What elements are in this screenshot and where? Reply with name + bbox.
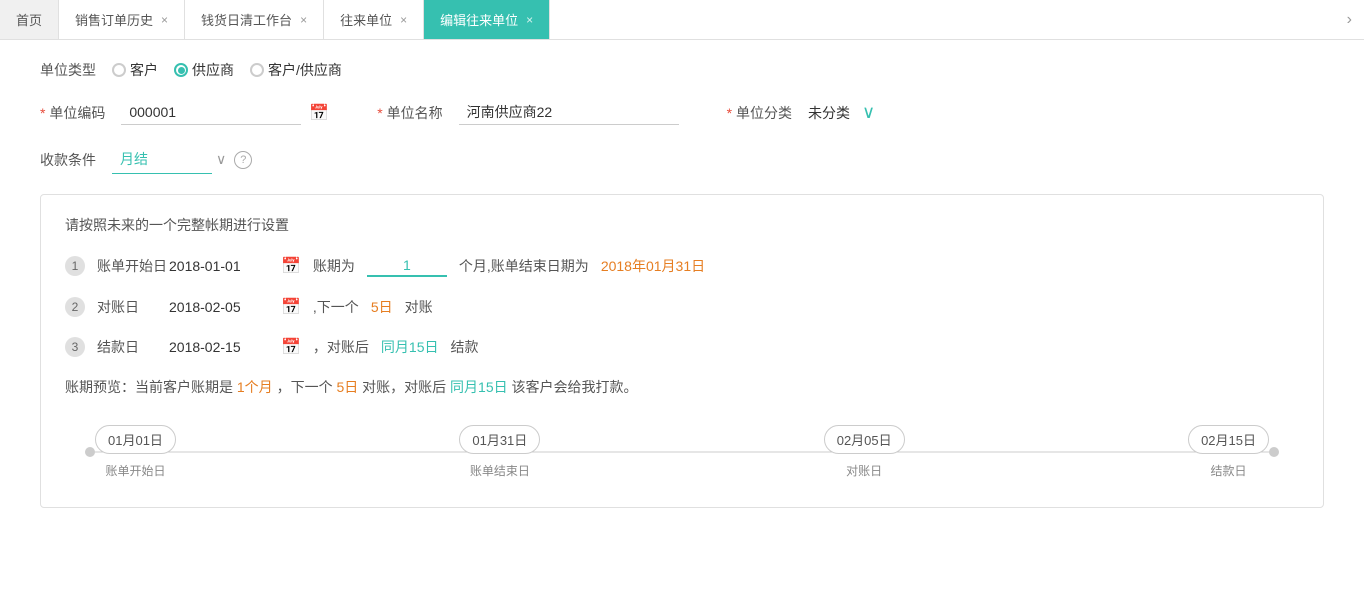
radio-both-label: 客户/供应商 [268, 60, 342, 80]
category-value: 未分类 [808, 103, 850, 123]
tab-sales-history-close[interactable]: × [161, 13, 168, 27]
period-payment-day: 同月15日 [381, 337, 439, 357]
tab-edit-partner-label: 编辑往来单位 [440, 10, 518, 29]
period-date-2: 2018-02-05 [169, 299, 269, 315]
radio-both[interactable]: 客户/供应商 [250, 60, 342, 80]
radio-supplier-label: 供应商 [192, 60, 234, 80]
period-suffix-2b: 对账 [405, 297, 433, 317]
period-suffix-3b: 结款 [451, 337, 479, 357]
name-input[interactable] [459, 100, 679, 125]
radio-customer-label: 客户 [130, 60, 158, 80]
tab-partner-close[interactable]: × [400, 13, 407, 27]
preview-section: 账期预览：当前客户账期是 1个月 ，下一个 5日 对账，对账后 同月15日 该客… [65, 377, 1299, 487]
timeline-label-1: 账单开始日 [105, 462, 165, 479]
radio-customer-circle [112, 63, 126, 77]
tab-edit-partner-close[interactable]: × [526, 13, 533, 27]
code-field-group: 单位编码 📅 [40, 100, 329, 125]
period-row-1: 1 账单开始日 2018-01-01 📅 账期为 个月,账单结束日期为 2018… [65, 255, 1299, 277]
period-suffix-2a: ,下一个 [313, 297, 359, 317]
payment-dropdown-arrow[interactable]: ∨ [216, 151, 226, 168]
tab-sales-history-label: 销售订单历史 [75, 10, 153, 29]
preview-prefix: 账期预览：当前客户账期是 [65, 379, 233, 395]
timeline-label-2: 账单结束日 [470, 462, 530, 479]
timeline-label-3: 对账日 [846, 462, 882, 479]
radio-both-circle [250, 63, 264, 77]
tab-daily-work-label: 钱货日清工作台 [201, 10, 292, 29]
unit-type-row: 单位类型 客户 供应商 客户/供应商 [40, 60, 1324, 80]
period-num-1: 1 [65, 256, 85, 276]
tab-home[interactable]: 首页 [0, 0, 59, 39]
period-suffix-1b: 个月,账单结束日期为 [459, 256, 589, 276]
radio-customer[interactable]: 客户 [112, 60, 158, 80]
tab-daily-work-close[interactable]: × [300, 13, 307, 27]
preview-text: 账期预览：当前客户账期是 1个月 ，下一个 5日 对账，对账后 同月15日 该客… [65, 377, 1299, 397]
period-num-3: 3 [65, 337, 85, 357]
tab-partner[interactable]: 往来单位 × [324, 0, 424, 39]
main-content: 单位类型 客户 供应商 客户/供应商 单位编码 📅 单位名称 [0, 40, 1364, 608]
period-row-2: 2 对账日 2018-02-05 📅 ,下一个 5日 对账 [65, 297, 1299, 317]
preview-suffix: 该客户会给我打款。 [512, 379, 638, 395]
timeline-nodes: 01月01日 账单开始日 01月31日 账单结束日 02月05日 对账日 02月… [95, 425, 1269, 479]
payment-value[interactable]: 月结 [112, 145, 212, 174]
timeline-bubble-3: 02月05日 [824, 425, 905, 454]
timeline-end-dot [1269, 447, 1279, 457]
period-num-2: 2 [65, 297, 85, 317]
period-field-3-label: 结款日 [97, 337, 157, 357]
name-label: 单位名称 [377, 103, 442, 123]
period-cal-3[interactable]: 📅 [281, 337, 301, 357]
preview-item3: 对账，对账后 [362, 379, 446, 395]
unit-type-label: 单位类型 [40, 60, 96, 80]
tab-bar: 首页 销售订单历史 × 钱货日清工作台 × 往来单位 × 编辑往来单位 × › [0, 0, 1364, 40]
timeline-bubble-2: 01月31日 [459, 425, 540, 454]
radio-supplier-circle [174, 63, 188, 77]
period-reconcile-day: 5日 [371, 297, 393, 317]
period-row-3: 3 结款日 2018-02-15 📅 ，对账后 同月15日 结款 [65, 337, 1299, 357]
tab-expand-icon[interactable]: › [1335, 11, 1364, 29]
payment-dropdown-group: 月结 ∨ [112, 145, 226, 174]
period-date-3: 2018-02-15 [169, 339, 269, 355]
timeline-node-1: 01月01日 账单开始日 [95, 425, 176, 479]
preview-months: 1个月 [237, 379, 273, 395]
period-suffix-1a: 账期为 [313, 256, 355, 276]
radio-group: 客户 供应商 客户/供应商 [112, 60, 342, 80]
tab-home-label: 首页 [16, 10, 42, 29]
timeline-node-4: 02月15日 结款日 [1188, 425, 1269, 479]
payment-row: 收款条件 月结 ∨ ? [40, 145, 1324, 174]
code-name-row: 单位编码 📅 单位名称 单位分类 未分类 ∨ [40, 100, 1324, 125]
tab-sales-history[interactable]: 销售订单历史 × [59, 0, 185, 39]
timeline-bubble-4: 02月15日 [1188, 425, 1269, 454]
tab-edit-partner[interactable]: 编辑往来单位 × [424, 0, 550, 39]
code-calendar-icon[interactable]: 📅 [309, 103, 329, 123]
period-title: 请按照未来的一个完整帐期进行设置 [65, 215, 1299, 235]
period-field-1-label: 账单开始日 [97, 256, 157, 276]
code-label: 单位编码 [40, 103, 105, 123]
category-field-group: 单位分类 未分类 ∨ [727, 102, 876, 123]
payment-help-icon[interactable]: ? [234, 151, 252, 169]
period-cal-1[interactable]: 📅 [281, 256, 301, 276]
timeline-node-3: 02月05日 对账日 [824, 425, 905, 479]
period-end-date: 2018年01月31日 [601, 256, 705, 276]
preview-reconcile: 5日 [336, 379, 358, 395]
preview-mid: ，下一个 [277, 379, 333, 395]
tab-partner-label: 往来单位 [340, 10, 392, 29]
radio-supplier[interactable]: 供应商 [174, 60, 234, 80]
timeline-bubble-1: 01月01日 [95, 425, 176, 454]
period-suffix-3a: ，对账后 [313, 337, 369, 357]
period-cal-2[interactable]: 📅 [281, 297, 301, 317]
period-box: 请按照未来的一个完整帐期进行设置 1 账单开始日 2018-01-01 📅 账期… [40, 194, 1324, 508]
tab-daily-work[interactable]: 钱货日清工作台 × [185, 0, 324, 39]
category-dropdown-arrow[interactable]: ∨ [862, 102, 875, 123]
timeline-start-dot [85, 447, 95, 457]
name-field-group: 单位名称 [377, 100, 678, 125]
period-field-2-label: 对账日 [97, 297, 157, 317]
period-date-1: 2018-01-01 [169, 258, 269, 274]
preview-payment: 同月15日 [450, 379, 508, 395]
timeline-node-2: 01月31日 账单结束日 [459, 425, 540, 479]
period-months-input[interactable] [367, 255, 447, 277]
payment-label: 收款条件 [40, 150, 96, 170]
category-label: 单位分类 [727, 103, 792, 123]
code-input[interactable] [121, 100, 301, 125]
timeline-container: 01月01日 账单开始日 01月31日 账单结束日 02月05日 对账日 02月… [65, 417, 1299, 487]
timeline-label-4: 结款日 [1211, 462, 1247, 479]
